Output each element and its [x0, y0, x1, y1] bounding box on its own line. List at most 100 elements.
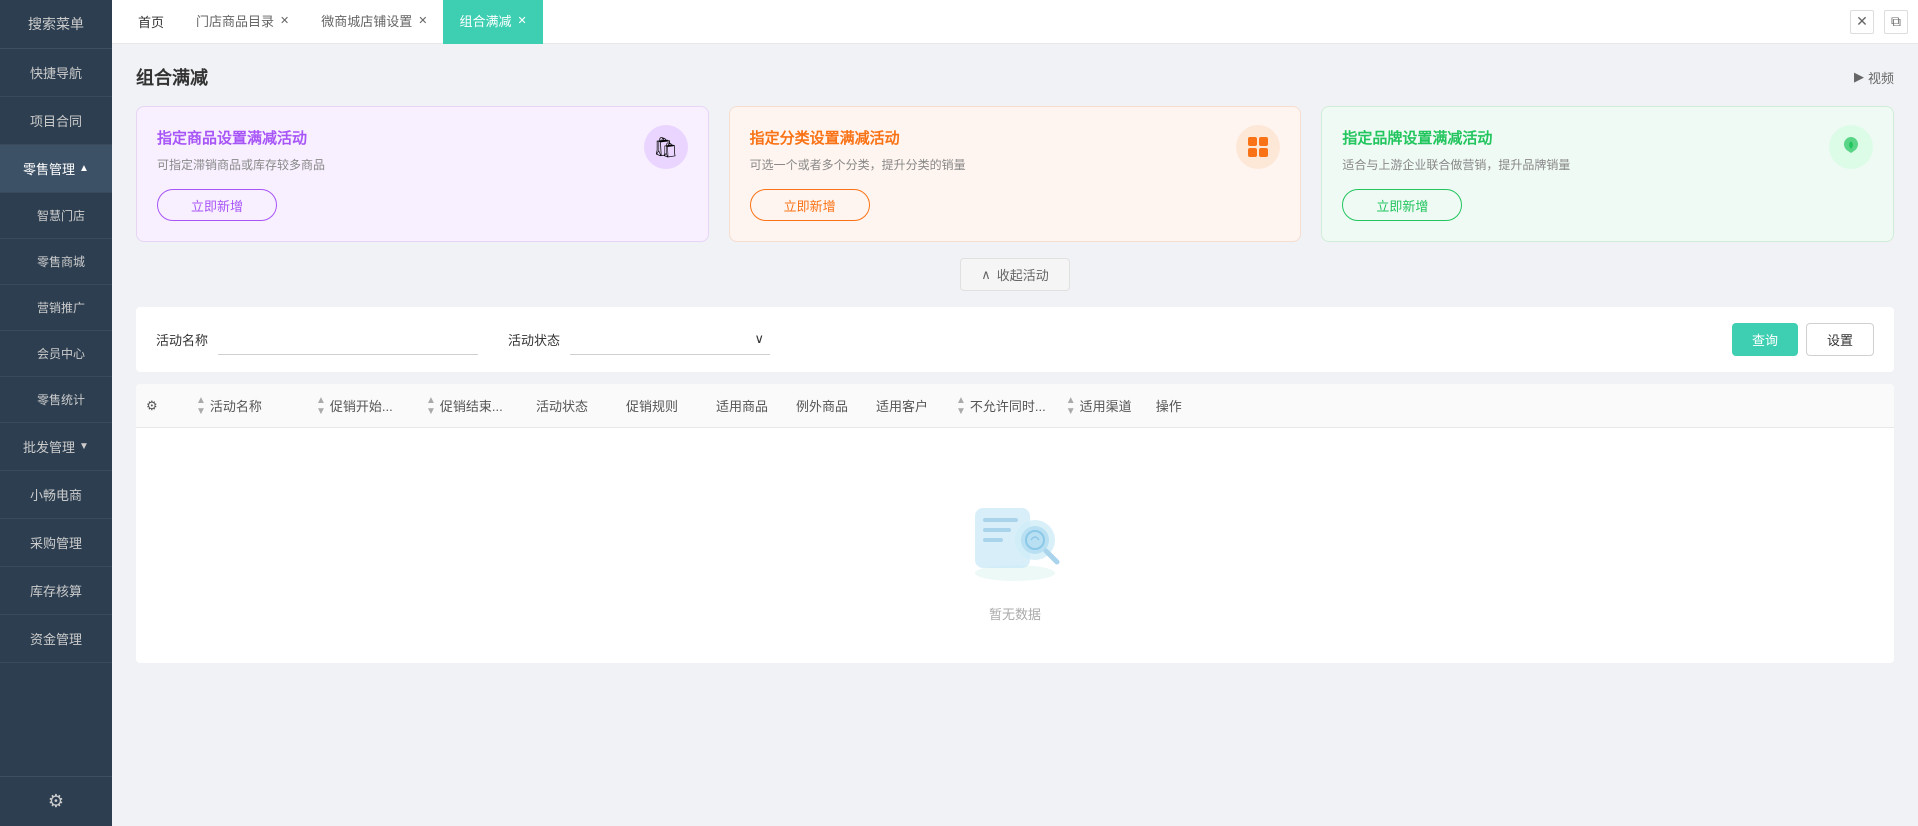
collapse-bar: ∧ 收起活动	[136, 258, 1894, 291]
th-customer: 适用客户	[866, 396, 946, 415]
card-desc: 可指定滞销商品或库存较多商品	[157, 156, 688, 173]
chevron-up-icon: ∧	[981, 267, 991, 283]
video-button[interactable]: ▶ 视频	[1854, 68, 1894, 87]
activity-status-field: 活动状态 ∨	[508, 325, 770, 355]
sidebar-item-label: 小畅电商	[30, 485, 82, 504]
th-notallow[interactable]: ▲▼ 不允许同时...	[946, 395, 1056, 417]
sidebar-item-label: 会员中心	[37, 345, 85, 362]
sidebar-item-smart-store[interactable]: 智慧门店	[0, 193, 112, 239]
sidebar-item-wholesale-mgmt[interactable]: 批发管理 ▼	[0, 423, 112, 471]
th-label: 活动名称	[210, 396, 262, 415]
tab-combo-discount[interactable]: 组合满减 ✕	[443, 0, 542, 44]
th-label: 适用客户	[876, 396, 928, 415]
sidebar-item-quick-nav[interactable]: 快捷导航	[0, 49, 112, 97]
tab-store-catalog[interactable]: 门店商品目录 ✕	[180, 0, 305, 44]
th-start[interactable]: ▲▼ 促销开始...	[306, 395, 416, 417]
activity-name-label: 活动名称	[156, 330, 208, 349]
activity-name-input[interactable]	[218, 325, 478, 355]
th-gear[interactable]: ⚙	[136, 398, 186, 414]
sidebar-item-retail-mgmt[interactable]: 零售管理 ▲	[0, 145, 112, 193]
setting-button[interactable]: 设置	[1806, 323, 1874, 356]
sort-icon: ▲▼	[956, 395, 966, 417]
empty-text: 暂无数据	[989, 604, 1041, 623]
th-end[interactable]: ▲▼ 促销结束...	[416, 395, 526, 417]
th-channel[interactable]: ▲▼ 适用渠道	[1056, 395, 1146, 417]
sidebar-item-fund-mgmt[interactable]: 资金管理	[0, 615, 112, 663]
th-except: 例外商品	[786, 396, 866, 415]
card-title: 指定分类设置满减活动	[750, 127, 1281, 148]
activity-status-select[interactable]: ∨	[570, 325, 770, 355]
sidebar-item-label: 批发管理	[23, 437, 75, 456]
sidebar: 搜索菜单 快捷导航 项目合同 零售管理 ▲ 智慧门店 零售商城 营销推广 会员中…	[0, 0, 112, 826]
play-icon: ▶	[1854, 69, 1864, 85]
th-label: 促销结束...	[440, 396, 503, 415]
search-actions: 查询 设置	[1732, 323, 1874, 356]
query-button[interactable]: 查询	[1732, 323, 1798, 356]
tabs-bar: 首页 门店商品目录 ✕ 微商城店铺设置 ✕ 组合满减 ✕ ✕ ⧉	[112, 0, 1918, 44]
th-action: 操作	[1146, 396, 1206, 415]
sidebar-item-label: 采购管理	[30, 533, 82, 552]
th-label: 促销规则	[626, 396, 678, 415]
sidebar-item-member-center[interactable]: 会员中心	[0, 331, 112, 377]
th-status: 活动状态	[526, 396, 616, 415]
sidebar-item-retail-mall[interactable]: 零售商城	[0, 239, 112, 285]
th-label: 促销开始...	[330, 396, 393, 415]
th-goods: 适用商品	[706, 396, 786, 415]
sidebar-item-label: 零售管理	[23, 159, 75, 178]
sidebar-item-label: 营销推广	[37, 299, 85, 316]
sort-icon: ▲▼	[1066, 395, 1076, 417]
close-icon[interactable]: ✕	[518, 14, 527, 27]
main-area: 首页 门店商品目录 ✕ 微商城店铺设置 ✕ 组合满减 ✕ ✕ ⧉ 组合满减 ▶ …	[112, 0, 1918, 826]
collapse-button[interactable]: ∧ 收起活动	[960, 258, 1070, 291]
brand-add-button[interactable]: 立即新增	[1342, 189, 1462, 221]
activity-name-field: 活动名称	[156, 325, 478, 355]
sidebar-search[interactable]: 搜索菜单	[0, 0, 112, 49]
sidebar-item-label: 库存核算	[30, 581, 82, 600]
activity-cards: 指定商品设置满减活动 🛍 可指定滞销商品或库存较多商品 立即新增 指定分类设置满…	[136, 106, 1894, 242]
tab-label: 微商城店铺设置	[321, 11, 412, 30]
sidebar-item-purchase-mgmt[interactable]: 采购管理	[0, 519, 112, 567]
table-header: ⚙ ▲▼ 活动名称 ▲▼ 促销开始... ▲▼ 促销结束... 活动状态	[136, 384, 1894, 428]
sidebar-item-retail-stats[interactable]: 零售统计	[0, 377, 112, 423]
th-label: 适用渠道	[1080, 396, 1132, 415]
product-add-button[interactable]: 立即新增	[157, 189, 277, 221]
tabs-actions: ✕ ⧉	[1850, 10, 1908, 34]
tab-wechat-store-settings[interactable]: 微商城店铺设置 ✕	[305, 0, 443, 44]
sidebar-item-project-contract[interactable]: 项目合同	[0, 97, 112, 145]
sidebar-item-marketing[interactable]: 营销推广	[0, 285, 112, 331]
page-title: 组合满减	[136, 64, 208, 90]
close-icon[interactable]: ✕	[418, 14, 427, 27]
card-desc: 适合与上游企业联合做营销，提升品牌销量	[1342, 156, 1873, 173]
sidebar-item-label: 项目合同	[30, 111, 82, 130]
empty-state: 暂无数据	[136, 428, 1894, 663]
card-icon: 🛍	[644, 125, 688, 169]
sidebar-item-inventory-check[interactable]: 库存核算	[0, 567, 112, 615]
activity-status-label: 活动状态	[508, 330, 560, 349]
tab-home[interactable]: 首页	[122, 0, 180, 44]
sidebar-item-xiochang[interactable]: 小畅电商	[0, 471, 112, 519]
category-activity-card: 指定分类设置满减活动 可选一个或者多个分类，提升分类的销量 立即新增	[729, 106, 1302, 242]
sidebar-item-label: 零售统计	[37, 391, 85, 408]
th-name[interactable]: ▲▼ 活动名称	[186, 395, 306, 417]
settings-button[interactable]: ⚙	[0, 776, 112, 826]
sidebar-item-label: 资金管理	[30, 629, 82, 648]
close-icon[interactable]: ✕	[280, 14, 289, 27]
th-label: 不允许同时...	[970, 396, 1046, 415]
chevron-down-icon: ∨	[755, 331, 765, 347]
th-label: 操作	[1156, 396, 1182, 415]
sort-icon: ▲▼	[196, 395, 206, 417]
page-content: 组合满减 ▶ 视频 指定商品设置满减活动 🛍 可指定滞销商品或库存较多商品 立即…	[112, 44, 1918, 826]
sidebar-item-label: 零售商城	[37, 253, 85, 270]
brand-activity-card: 指定品牌设置满减活动 适合与上游企业联合做营销，提升品牌销量 立即新增	[1321, 106, 1894, 242]
restore-window-button[interactable]: ⧉	[1884, 10, 1908, 34]
tab-label: 门店商品目录	[196, 11, 274, 30]
close-window-button[interactable]: ✕	[1850, 10, 1874, 34]
th-label: 例外商品	[796, 396, 848, 415]
chevron-down-icon: ▼	[79, 441, 89, 452]
chevron-up-icon: ▲	[79, 163, 89, 174]
sidebar-item-label: 快捷导航	[30, 63, 82, 82]
sort-icon: ▲▼	[426, 395, 436, 417]
empty-illustration	[955, 488, 1075, 588]
product-activity-card: 指定商品设置满减活动 🛍 可指定滞销商品或库存较多商品 立即新增	[136, 106, 709, 242]
category-add-button[interactable]: 立即新增	[750, 189, 870, 221]
